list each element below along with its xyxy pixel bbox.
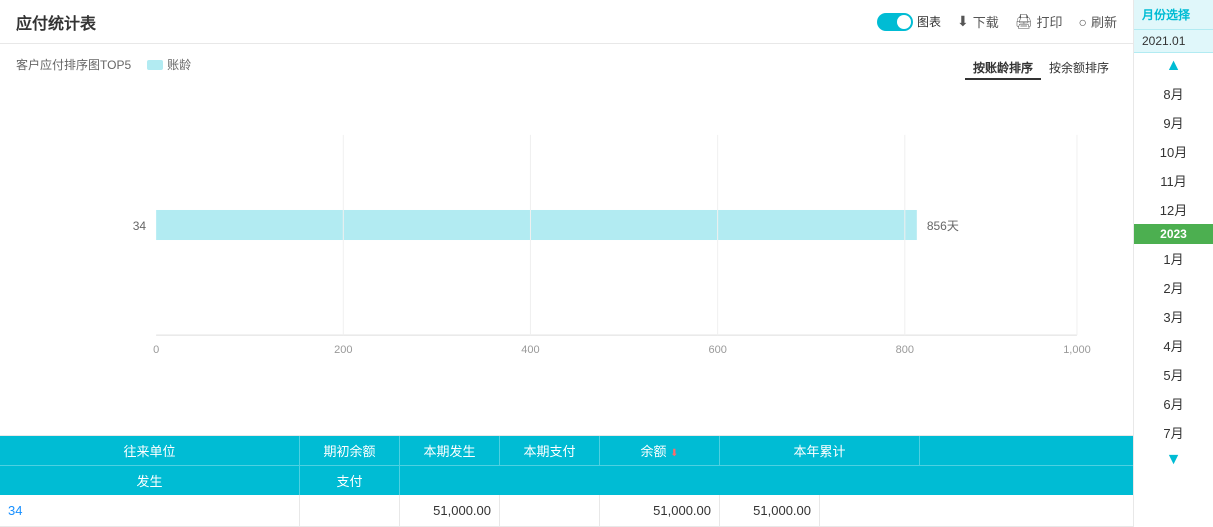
legend-item-top5: 客户应付排序图TOP5 (16, 56, 131, 73)
month-list: 8月9月10月11月12月20231月2月3月4月5月6月7月 (1134, 79, 1213, 447)
toggle-label: 图表 (917, 13, 941, 30)
nav-down-arrow[interactable]: ▼ (1134, 447, 1213, 473)
sort-tab-age[interactable]: 按账龄排序 (965, 57, 1041, 80)
chart-svg: 34 856天 0 200 400 600 800 1,000 (16, 85, 1117, 375)
table-row: 34 51,000.00 51,000.00 51,000.00 (0, 495, 1133, 527)
print-button[interactable]: 🖨 打印 (1015, 12, 1063, 31)
chart-section: 客户应付排序图TOP5 账龄 按账龄排序 按余额排序 34 (0, 44, 1133, 435)
sidebar: 月份选择 2021.01 ▲ 8月9月10月11月12月20231月2月3月4月… (1133, 0, 1213, 527)
month-item[interactable]: 2月 (1134, 273, 1213, 302)
year-label: 2023 (1134, 224, 1213, 244)
balance-icon: ⬇ (670, 448, 678, 459)
th-current: 本期发生 (400, 436, 500, 465)
chart-legend-row: 客户应付排序图TOP5 账龄 按账龄排序 按余额排序 (16, 56, 1117, 81)
table-header-row2: 发生 支付 (0, 465, 1133, 495)
svg-text:600: 600 (708, 344, 726, 356)
legend-item-age: 账龄 (147, 56, 191, 73)
month-item[interactable]: 1月 (1134, 244, 1213, 273)
chart-toggle-group[interactable]: 图表 (877, 13, 941, 31)
th-ytd-pay: 支付 (300, 466, 400, 495)
th-ytd-group: 本年累计 (720, 436, 920, 465)
page-header: 应付统计表 图表 ⬇ 下载 🖨 打印 ○ 刷新 (0, 0, 1133, 44)
cell-balance: 51,000.00 (600, 495, 720, 526)
sort-tab-balance[interactable]: 按余额排序 (1041, 57, 1117, 80)
cell-unit[interactable]: 34 (0, 495, 300, 526)
svg-text:1,000: 1,000 (1063, 344, 1091, 356)
table-header-row1: 往来单位 期初余额 本期发生 本期支付 余额 ⬇ 本年累计 (0, 436, 1133, 465)
refresh-icon: ○ (1079, 14, 1087, 30)
svg-text:856天: 856天 (927, 219, 959, 233)
cell-ytd-occur: 51,000.00 (720, 495, 820, 526)
th-payment: 本期支付 (500, 436, 600, 465)
month-item[interactable]: 10月 (1134, 137, 1213, 166)
sort-tabs: 按账龄排序 按余额排序 (965, 57, 1117, 80)
cell-payment (500, 495, 600, 526)
th-unit: 往来单位 (0, 436, 300, 465)
chart-bar (156, 210, 917, 240)
month-item[interactable]: 5月 (1134, 360, 1213, 389)
legend-label-top5: 客户应付排序图TOP5 (16, 56, 131, 73)
month-item[interactable]: 12月 (1134, 195, 1213, 224)
month-item[interactable]: 6月 (1134, 389, 1213, 418)
month-item[interactable]: 7月 (1134, 418, 1213, 447)
svg-text:200: 200 (334, 344, 352, 356)
refresh-button[interactable]: ○ 刷新 (1079, 12, 1117, 31)
month-item[interactable]: 3月 (1134, 302, 1213, 331)
nav-up-arrow[interactable]: ▲ (1134, 53, 1213, 79)
svg-text:800: 800 (896, 344, 914, 356)
svg-text:400: 400 (521, 344, 539, 356)
month-item[interactable]: 9月 (1134, 108, 1213, 137)
th-opening: 期初余额 (300, 436, 400, 465)
download-button[interactable]: ⬇ 下载 (957, 12, 999, 31)
month-item[interactable]: 11月 (1134, 166, 1213, 195)
chart-legend: 客户应付排序图TOP5 账龄 (16, 56, 191, 73)
page-title: 应付统计表 (16, 10, 96, 34)
sidebar-header: 月份选择 (1134, 0, 1213, 30)
cell-ytd-pay (820, 495, 920, 526)
cell-current: 51,000.00 (400, 495, 500, 526)
print-icon: 🖨 (1015, 13, 1033, 30)
sidebar-selected-date: 2021.01 (1134, 30, 1213, 53)
chart-toggle[interactable] (877, 13, 913, 31)
th-ytd-occur: 发生 (0, 466, 300, 495)
svg-text:34: 34 (133, 219, 147, 233)
sidebar-nav: ▲ 8月9月10月11月12月20231月2月3月4月5月6月7月 ▼ (1134, 53, 1213, 473)
table-section: 往来单位 期初余额 本期发生 本期支付 余额 ⬇ 本年累计 (0, 435, 1133, 527)
cell-opening (300, 495, 400, 526)
th-balance: 余额 ⬇ (600, 436, 720, 465)
table-body: 34 51,000.00 51,000.00 51,000.00 (0, 495, 1133, 527)
download-icon: ⬇ (957, 13, 969, 30)
legend-label-age: 账龄 (167, 56, 191, 73)
legend-color-age (147, 60, 163, 70)
svg-text:0: 0 (153, 344, 159, 356)
header-actions: 图表 ⬇ 下载 🖨 打印 ○ 刷新 (877, 12, 1117, 31)
month-item[interactable]: 4月 (1134, 331, 1213, 360)
chart-wrapper: 34 856天 0 200 400 600 800 1,000 (16, 85, 1117, 375)
month-item[interactable]: 8月 (1134, 79, 1213, 108)
table-header-wrapper: 往来单位 期初余额 本期发生 本期支付 余额 ⬇ 本年累计 (0, 436, 1133, 495)
